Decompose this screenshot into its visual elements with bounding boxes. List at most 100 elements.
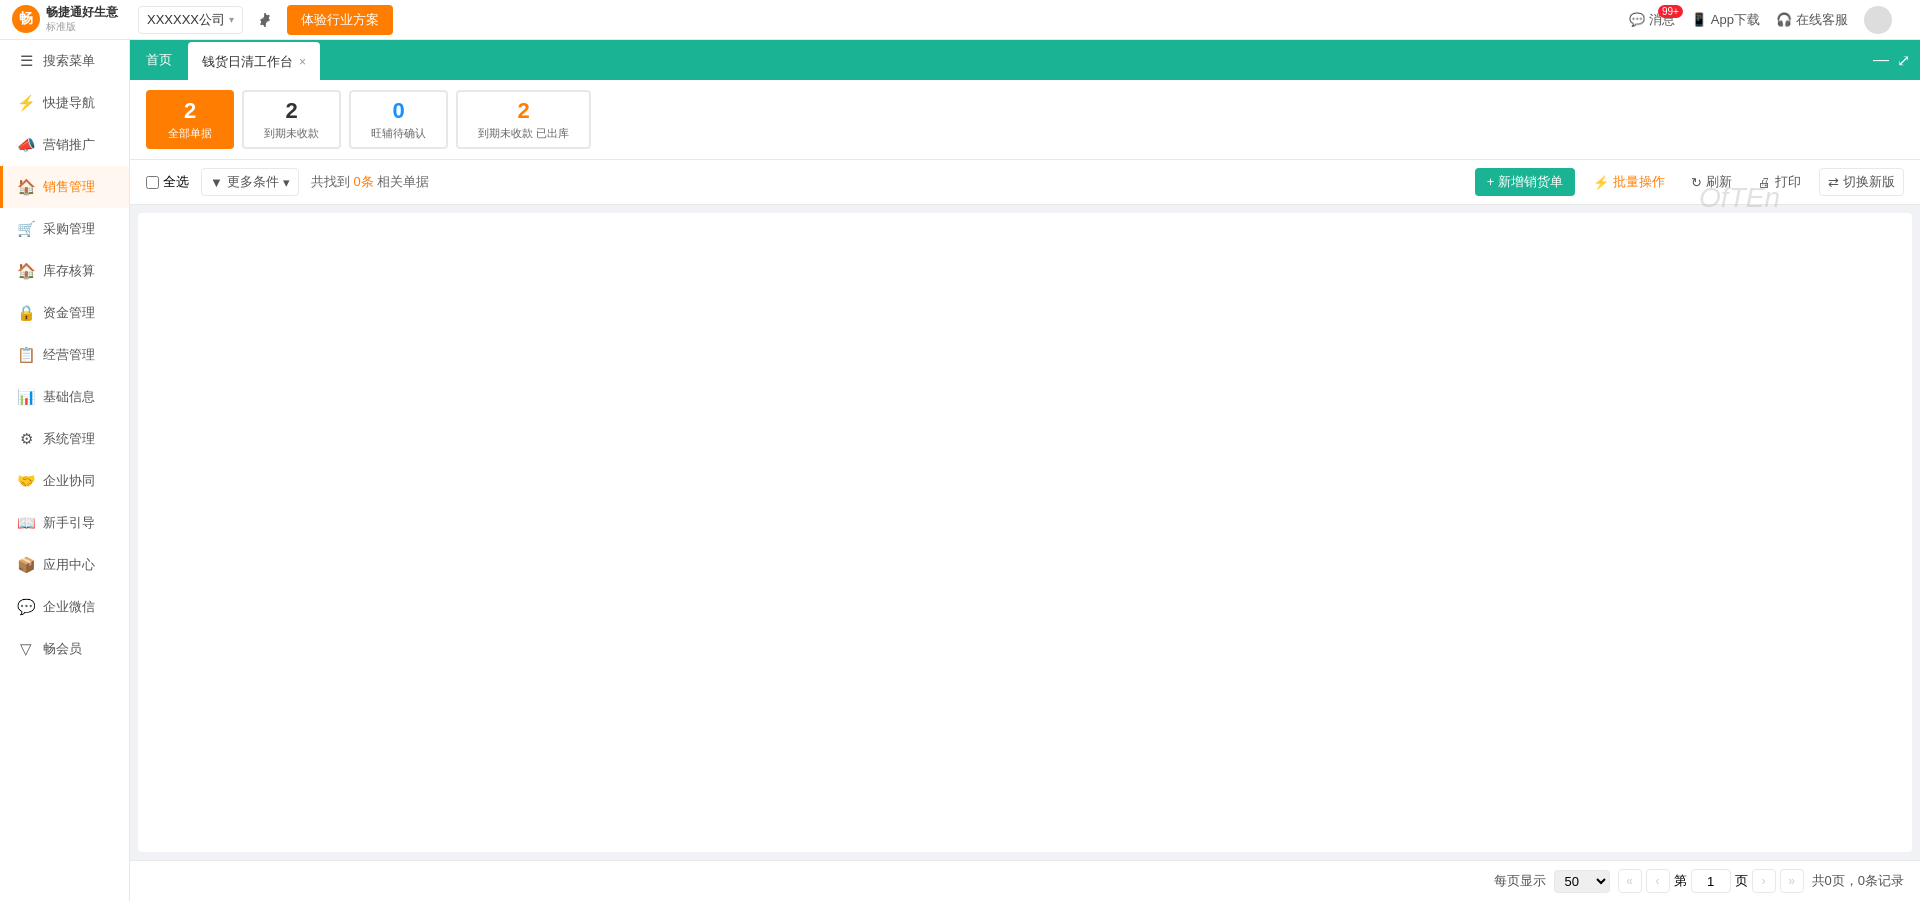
- sidebar-label-marketing: 营销推广: [43, 136, 95, 154]
- app-download-button[interactable]: 📱 App下载: [1691, 11, 1760, 29]
- sidebar-item-system[interactable]: ⚙ 系统管理: [0, 418, 129, 460]
- stat-label-overdue-out: 到期未收款 已出库: [478, 126, 569, 141]
- sidebar-item-basic-info[interactable]: 📊 基础信息: [0, 376, 129, 418]
- message-button[interactable]: 💬 消息 99+: [1629, 11, 1675, 29]
- logo-area: 畅 畅捷通好生意 标准版: [12, 5, 118, 33]
- tab-minimize-icon[interactable]: —: [1873, 51, 1889, 69]
- batch-label: 批量操作: [1613, 173, 1665, 191]
- sidebar-label-quick-nav: 快捷导航: [43, 94, 95, 112]
- tab-home[interactable]: 首页: [130, 40, 188, 80]
- add-sales-button[interactable]: + 新增销货单: [1475, 168, 1575, 196]
- inventory-icon: 🏠: [17, 262, 35, 280]
- download-icon: 📱: [1691, 12, 1707, 27]
- filter-chevron-icon: ▾: [283, 175, 290, 190]
- purchase-icon: 🛒: [17, 220, 35, 238]
- company-selector[interactable]: XXXXXX公司 ▾: [138, 6, 243, 34]
- sidebar-label-capital: 资金管理: [43, 304, 95, 322]
- stat-card-wangwang[interactable]: 0 旺辅待确认: [349, 90, 448, 149]
- first-page-button[interactable]: «: [1618, 869, 1642, 893]
- page-nav: « ‹ 第 页 › »: [1618, 869, 1804, 893]
- company-dropdown-icon: ▾: [229, 14, 234, 25]
- avatar[interactable]: [1864, 6, 1892, 34]
- marketing-icon: 📣: [17, 136, 35, 154]
- app-download-label: App下载: [1711, 11, 1760, 29]
- header-left: 畅 畅捷通好生意 标准版 XXXXXX公司 ▾ 体验行业方案: [12, 5, 393, 35]
- system-icon: ⚙: [17, 430, 35, 448]
- logo-icon: 畅: [12, 5, 40, 33]
- found-text: 共找到 0条 相关单据: [311, 173, 429, 191]
- top-header: 畅 畅捷通好生意 标准版 XXXXXX公司 ▾ 体验行业方案 💬 消息 99+ …: [0, 0, 1920, 40]
- logo-text: 畅捷通好生意 标准版: [46, 5, 118, 33]
- refresh-button[interactable]: ↻ 刷新: [1683, 169, 1740, 195]
- switch-icon: ⇄: [1828, 175, 1839, 190]
- sidebar-item-purchase[interactable]: 🛒 采购管理: [0, 208, 129, 250]
- last-page-button[interactable]: »: [1780, 869, 1804, 893]
- filter-button[interactable]: ▼ 更多条件 ▾: [201, 168, 299, 196]
- tab-bar-actions: — ⤢: [1873, 51, 1920, 70]
- service-label: 在线客服: [1796, 11, 1848, 29]
- page-label: 第: [1674, 872, 1687, 890]
- tab-close-icon[interactable]: ×: [299, 55, 306, 69]
- sidebar-item-cooperation[interactable]: 🤝 企业协同: [0, 460, 129, 502]
- sidebar-label-wechat: 企业微信: [43, 598, 95, 616]
- sidebar-label-search: 搜索菜单: [43, 52, 95, 70]
- online-service-button[interactable]: 🎧 在线客服: [1776, 11, 1848, 29]
- stat-label-overdue: 到期未收款: [264, 126, 319, 141]
- pagination-bar: 每页显示 50 100 200 « ‹ 第 页 › » 共0页，0条记录: [130, 860, 1920, 901]
- sidebar: ☰ 搜索菜单 ⚡ 快捷导航 📣 营销推广 🏠 销售管理 🛒 采购管理 🏠 库存核…: [0, 40, 130, 901]
- operation-icon: 📋: [17, 346, 35, 364]
- stat-number-overdue-out: 2: [517, 98, 529, 124]
- settings-button[interactable]: [251, 6, 279, 34]
- per-page-label: 每页显示: [1494, 872, 1546, 890]
- sidebar-label-operation: 经营管理: [43, 346, 95, 364]
- stat-card-overdue[interactable]: 2 到期未收款: [242, 90, 341, 149]
- refresh-label: 刷新: [1706, 173, 1732, 191]
- batch-operation-button[interactable]: ⚡ 批量操作: [1585, 169, 1673, 195]
- filter-icon: ▼: [210, 175, 223, 190]
- page-input[interactable]: [1691, 869, 1731, 893]
- sidebar-item-search[interactable]: ☰ 搜索菜单: [0, 40, 129, 82]
- sidebar-item-marketing[interactable]: 📣 营销推广: [0, 124, 129, 166]
- service-icon: 🎧: [1776, 12, 1792, 27]
- experience-button[interactable]: 体验行业方案: [287, 5, 393, 35]
- sidebar-label-sales: 销售管理: [43, 178, 95, 196]
- select-all-input[interactable]: [146, 176, 159, 189]
- filter-label: 更多条件: [227, 173, 279, 191]
- page-content: 2 全部单据 2 到期未收款 0 旺辅待确认 2 到期未收款 已出库: [130, 80, 1920, 901]
- tab-work-bench[interactable]: 钱货日清工作台 ×: [188, 42, 320, 82]
- batch-icon: ⚡: [1593, 175, 1609, 190]
- sidebar-item-member[interactable]: ▽ 畅会员: [0, 628, 129, 670]
- print-icon: 🖨: [1758, 175, 1771, 190]
- sidebar-item-sales[interactable]: 🏠 销售管理: [0, 166, 129, 208]
- print-label: 打印: [1775, 173, 1801, 191]
- main-layout: ☰ 搜索菜单 ⚡ 快捷导航 📣 营销推广 🏠 销售管理 🛒 采购管理 🏠 库存核…: [0, 40, 1920, 901]
- stat-label-all: 全部单据: [168, 126, 212, 141]
- sidebar-label-system: 系统管理: [43, 430, 95, 448]
- select-all-checkbox[interactable]: 全选: [146, 173, 189, 191]
- stat-number-all: 2: [184, 98, 196, 124]
- sidebar-item-guide[interactable]: 📖 新手引导: [0, 502, 129, 544]
- sidebar-item-inventory[interactable]: 🏠 库存核算: [0, 250, 129, 292]
- prev-page-button[interactable]: ‹: [1646, 869, 1670, 893]
- switch-version-button[interactable]: ⇄ 切换新版: [1819, 168, 1904, 196]
- print-button[interactable]: 🖨 打印: [1750, 169, 1809, 195]
- sidebar-label-app-center: 应用中心: [43, 556, 95, 574]
- stat-card-all[interactable]: 2 全部单据: [146, 90, 234, 149]
- sidebar-item-operation[interactable]: 📋 经营管理: [0, 334, 129, 376]
- tab-maximize-icon[interactable]: ⤢: [1897, 51, 1910, 70]
- logo-title: 畅捷通好生意: [46, 5, 118, 19]
- per-page-select[interactable]: 50 100 200: [1554, 870, 1610, 893]
- sidebar-item-app-center[interactable]: 📦 应用中心: [0, 544, 129, 586]
- sidebar-item-capital[interactable]: 🔒 资金管理: [0, 292, 129, 334]
- sidebar-item-quick-nav[interactable]: ⚡ 快捷导航: [0, 82, 129, 124]
- sidebar-item-wechat[interactable]: 💬 企业微信: [0, 586, 129, 628]
- toolbar-left: 全选 ▼ 更多条件 ▾ 共找到 0条 相关单据: [146, 168, 1463, 196]
- stat-card-overdue-out[interactable]: 2 到期未收款 已出库: [456, 90, 591, 149]
- quick-nav-icon: ⚡: [17, 94, 35, 112]
- capital-icon: 🔒: [17, 304, 35, 322]
- next-page-button[interactable]: ›: [1752, 869, 1776, 893]
- sidebar-label-cooperation: 企业协同: [43, 472, 95, 490]
- tab-label: 钱货日清工作台: [202, 53, 293, 71]
- wechat-icon: 💬: [17, 598, 35, 616]
- content-area: 首页 钱货日清工作台 × — ⤢ 2 全部单据 2 到期未收款: [130, 40, 1920, 901]
